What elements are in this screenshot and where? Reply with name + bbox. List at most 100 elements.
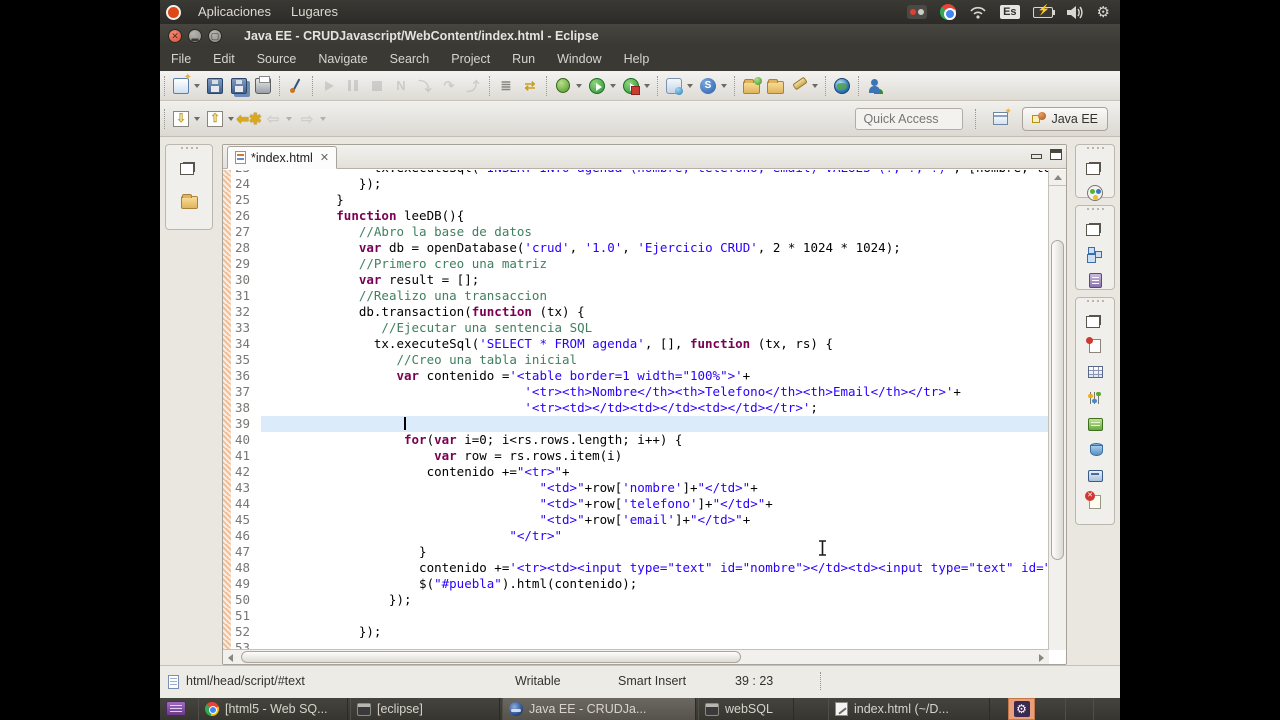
chrome-icon[interactable]: [940, 4, 957, 20]
new-button[interactable]: [170, 72, 192, 97]
volume-icon[interactable]: [1066, 5, 1084, 20]
window-maximize-button[interactable]: ▢: [208, 28, 222, 43]
run-button[interactable]: [586, 75, 608, 97]
suspend-button[interactable]: [342, 75, 364, 97]
palette-view-icon[interactable]: [1084, 183, 1106, 203]
servers-view-icon[interactable]: [1084, 414, 1106, 434]
back-dropdown[interactable]: [286, 116, 292, 121]
window-close-button[interactable]: ✕: [168, 28, 182, 43]
restore-views-button[interactable]: [178, 157, 200, 177]
link-with-editor-button[interactable]: ⇄: [519, 75, 541, 97]
code-line-47[interactable]: 47 }: [223, 544, 1049, 560]
restore-views-button[interactable]: [1084, 157, 1106, 177]
scroll-up-arrow[interactable]: [1049, 170, 1066, 186]
new-servlet-dropdown[interactable]: [721, 83, 727, 88]
debug-dropdown[interactable]: [576, 83, 582, 88]
code-line-49[interactable]: 49 $("#puebla").html(contenido);: [223, 576, 1049, 592]
disconnect-button[interactable]: N: [390, 75, 412, 97]
highlighter-button[interactable]: [788, 75, 810, 97]
taskbar-item-html5-websql[interactable]: [html5 - Web SQ...: [198, 698, 348, 720]
stack-grip[interactable]: [166, 145, 212, 151]
import-button[interactable]: [740, 75, 762, 97]
project-explorer-icon[interactable]: [178, 191, 200, 211]
snippets-view-icon[interactable]: [1084, 466, 1106, 486]
code-line-40[interactable]: 40 for(var i=0; i<rs.rows.length; i++) {: [223, 432, 1049, 448]
previous-annotation-button[interactable]: [204, 108, 226, 130]
step-return-button[interactable]: ⤴: [462, 75, 484, 97]
new-web-wizard-button[interactable]: [663, 75, 685, 97]
java-ee-perspective-button[interactable]: Java EE: [1022, 106, 1108, 131]
web-browser-button[interactable]: [831, 75, 853, 97]
vertical-scrollbar-thumb[interactable]: [1051, 240, 1064, 560]
maximize-editor-icon[interactable]: [1050, 149, 1062, 160]
keyboard-layout-indicator[interactable]: Es: [1000, 5, 1020, 19]
markers-view-icon[interactable]: [1084, 336, 1106, 356]
code-line-30[interactable]: 30 var result = [];: [223, 272, 1049, 288]
new-web-wizard-dropdown[interactable]: [687, 83, 693, 88]
eclipse-launcher-button[interactable]: ⚙: [1008, 698, 1035, 720]
next-annotation-button[interactable]: [170, 108, 192, 130]
code-line-34[interactable]: 34 tx.executeSql('SELECT * FROM agenda',…: [223, 336, 1049, 352]
highlighter-dropdown[interactable]: [812, 83, 818, 88]
code-line-48[interactable]: 48 contenido +='<tr><td><input type="tex…: [223, 560, 1049, 576]
scroll-right-arrow[interactable]: [1039, 654, 1044, 662]
stack-grip[interactable]: [1076, 145, 1114, 151]
editor-tab-index-html[interactable]: *index.html ✕: [227, 146, 338, 169]
quick-access-input[interactable]: [855, 107, 964, 130]
stack-grip[interactable]: [1076, 298, 1114, 304]
code-area[interactable]: 23 tx.executeSql('INSERT INTO agenda (no…: [223, 170, 1049, 650]
applications-menu[interactable]: Aplicaciones: [188, 0, 281, 24]
ubuntu-logo-icon[interactable]: [166, 4, 181, 20]
step-into-button[interactable]: ⤵: [414, 75, 436, 97]
task-list-view-icon[interactable]: [1084, 270, 1106, 290]
code-line-42[interactable]: 42 contenido +="<tr>"+: [223, 464, 1049, 480]
open-perspective-button[interactable]: [989, 106, 1012, 130]
restore-views-button[interactable]: [1084, 218, 1106, 238]
forward-button[interactable]: ⇨: [296, 108, 318, 130]
wifi-icon[interactable]: [969, 5, 987, 19]
code-line-24[interactable]: 24 });: [223, 176, 1049, 192]
tab-close-icon[interactable]: ✕: [320, 151, 329, 164]
code-line-35[interactable]: 35 //Creo una tabla inicial: [223, 352, 1049, 368]
window-titlebar[interactable]: ✕ ▂ ▢ Java EE - CRUDJavascript/WebConten…: [160, 24, 1120, 47]
scroll-left-arrow[interactable]: [228, 654, 233, 662]
code-line-27[interactable]: 27 //Abro la base de datos: [223, 224, 1049, 240]
code-line-43[interactable]: 43 "<td>"+row['nombre']+"</td>"+: [223, 480, 1049, 496]
external-tools-button[interactable]: [620, 75, 642, 97]
code-line-41[interactable]: 41 var row = rs.rows.item(i): [223, 448, 1049, 464]
code-line-25[interactable]: 25 }: [223, 192, 1049, 208]
code-line-51[interactable]: 51: [223, 608, 1049, 624]
code-line-46[interactable]: 46 "</tr>": [223, 528, 1049, 544]
code-line-52[interactable]: 52 });: [223, 624, 1049, 640]
taskbar-item-eclipse-terminal[interactable]: [eclipse]: [350, 698, 500, 720]
forward-dropdown[interactable]: [320, 116, 326, 121]
stack-grip[interactable]: [1076, 206, 1114, 212]
data-source-explorer-icon[interactable]: [1084, 440, 1106, 460]
back-button[interactable]: ⇦: [262, 108, 284, 130]
last-edit-location-button[interactable]: ⬅✱: [236, 108, 261, 130]
code-line-37[interactable]: 37 '<tr><th>Nombre</th><th>Telefono</th>…: [223, 384, 1049, 400]
properties-view-icon[interactable]: [1084, 388, 1106, 408]
code-line-44[interactable]: 44 "<td>"+row['telefono']+"</td>"+: [223, 496, 1049, 512]
code-line-45[interactable]: 45 "<td>"+row['email']+"</td>"+: [223, 512, 1049, 528]
code-line-36[interactable]: 36 var contenido ='<table border=1 width…: [223, 368, 1049, 384]
code-line-28[interactable]: 28 var db = openDatabase('crud', '1.0', …: [223, 240, 1049, 256]
code-line-29[interactable]: 29 //Primero creo una matriz: [223, 256, 1049, 272]
code-line-38[interactable]: 38 '<tr><td></td><td></td><td></td></tr>…: [223, 400, 1049, 416]
next-annotation-dropdown[interactable]: [194, 116, 200, 121]
minimize-editor-icon[interactable]: [1030, 149, 1042, 160]
new-dropdown[interactable]: [194, 83, 200, 88]
search-button[interactable]: [864, 75, 886, 97]
resume-button[interactable]: [318, 75, 340, 97]
places-menu[interactable]: Lugares: [281, 0, 348, 24]
taskbar-item-gedit-index-html[interactable]: index.html (~/D...: [828, 698, 990, 720]
code-line-26[interactable]: 26 function leeDB(){: [223, 208, 1049, 224]
menu-source[interactable]: Source: [246, 47, 308, 71]
menu-file[interactable]: File: [160, 47, 202, 71]
code-line-32[interactable]: 32 db.transaction(function (tx) {: [223, 304, 1049, 320]
error-log-view-icon[interactable]: [1084, 491, 1106, 512]
code-line-50[interactable]: 50 });: [223, 592, 1049, 608]
horizontal-scrollbar[interactable]: [223, 649, 1049, 664]
run-dropdown[interactable]: [610, 83, 616, 88]
new-servlet-button[interactable]: S: [697, 75, 719, 97]
